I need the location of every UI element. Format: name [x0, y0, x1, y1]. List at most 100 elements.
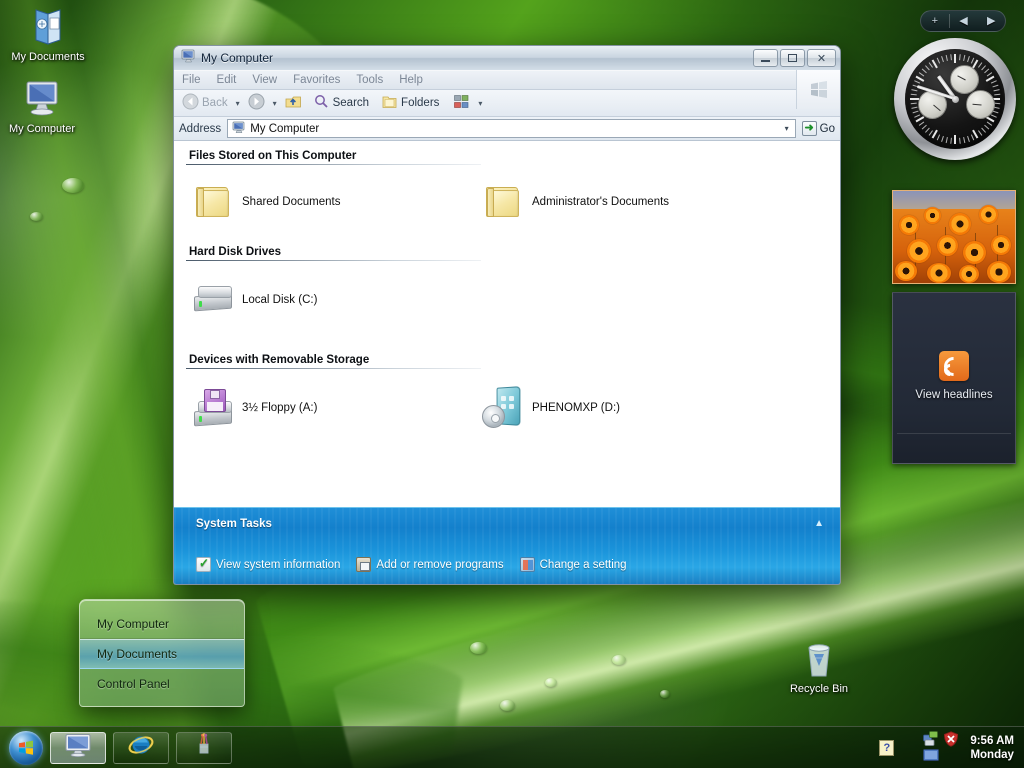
taskbar-paint[interactable] — [176, 731, 232, 764]
windows-logo-icon — [18, 740, 34, 755]
list-item[interactable]: PHENOMXP (D:) — [478, 385, 768, 431]
group-divider — [186, 368, 481, 369]
back-button[interactable]: Back — [179, 92, 231, 114]
desktop-icon-my-computer[interactable]: My Computer — [2, 78, 82, 136]
list-item[interactable]: 3½ Floppy (A:) — [188, 385, 478, 431]
go-arrow-icon: ➜ — [801, 121, 817, 136]
collapse-chevron-icon[interactable]: ▲ — [814, 518, 824, 529]
up-button[interactable] — [282, 92, 305, 114]
menu-item-edit[interactable]: Edit — [209, 71, 245, 89]
slideshow-gadget[interactable] — [892, 190, 1016, 284]
back-label: Back — [202, 97, 228, 109]
address-input[interactable]: My Computer ▾ — [227, 119, 796, 138]
network-icon[interactable] — [923, 730, 939, 747]
list-item-label: Administrator's Documents — [532, 196, 670, 208]
clock-tick — [977, 62, 982, 68]
window-titlebar[interactable]: My Computer ✕ — [174, 46, 840, 71]
address-dropdown-icon[interactable]: ▾ — [781, 124, 793, 133]
clock-tick — [962, 54, 965, 61]
clock-tray[interactable]: 9:56 AM Monday — [966, 734, 1014, 762]
navigation-toolbar[interactable]: Back ▾ ▾ Search Folders ▾ — [174, 90, 840, 117]
list-item-label: Shared Documents — [242, 196, 341, 208]
monitor-icon — [64, 733, 92, 762]
desktop-icon-label: Recycle Bin — [789, 683, 849, 695]
back-dropdown-icon[interactable]: ▾ — [231, 99, 245, 108]
start-button[interactable] — [9, 730, 43, 765]
clock-gadget[interactable] — [894, 38, 1016, 160]
start-menu-item-my-documents[interactable]: My Documents — [80, 639, 244, 669]
change-a-setting-link[interactable]: Change a setting — [519, 557, 627, 572]
windows-sidebar: + ◀ ▶ View headlines — [884, 0, 1024, 730]
clock-tick — [990, 114, 997, 118]
security-shield-icon[interactable] — [943, 730, 959, 747]
file-list-pane[interactable]: Files Stored on This Computer Shared Doc… — [174, 142, 840, 507]
my-computer-window[interactable]: My Computer ✕ File Edit View Favorites T… — [173, 45, 841, 585]
add-gadget-button[interactable]: + — [921, 11, 949, 31]
flower — [927, 263, 951, 283]
taskbar[interactable]: ? 9:56 AM Monday — [0, 726, 1024, 768]
add-or-remove-programs-link[interactable]: Add or remove programs — [356, 557, 504, 572]
my-computer-icon — [232, 121, 246, 137]
address-label: Address — [179, 122, 222, 135]
forward-arrow-icon — [248, 93, 265, 113]
group-items: Local Disk (C:) — [174, 261, 840, 329]
system-tasks-panel[interactable]: System Tasks ▲ View system information A… — [174, 507, 840, 584]
menu-item-file[interactable]: File — [174, 71, 209, 89]
menu-item-help[interactable]: Help — [391, 71, 431, 89]
clock-tick — [949, 137, 952, 144]
menu-bar[interactable]: File Edit View Favorites Tools Help — [174, 70, 840, 109]
hard-disk-icon — [188, 277, 242, 323]
feed-headlines-gadget[interactable]: View headlines — [892, 292, 1016, 464]
next-gadget-button[interactable]: ▶ — [977, 11, 1005, 31]
folders-button[interactable]: Folders — [379, 92, 442, 114]
help-icon[interactable]: ? — [879, 739, 895, 756]
folder-icon — [188, 179, 242, 225]
taskbar-my-computer[interactable] — [50, 731, 106, 764]
minimize-button[interactable] — [753, 49, 778, 67]
views-dropdown-icon[interactable]: ▾ — [473, 99, 487, 108]
clock-tick — [962, 137, 965, 144]
menu-item-view[interactable]: View — [244, 71, 285, 89]
desktop-icon-label: My Computer — [8, 123, 76, 135]
go-button[interactable]: ➜ Go — [801, 121, 835, 136]
desktop-icon-my-documents[interactable]: My Documents — [8, 6, 88, 64]
forward-button[interactable] — [245, 92, 268, 114]
window-controls[interactable]: ✕ — [753, 49, 836, 67]
system-tray[interactable]: ? 9:56 AM Monday — [879, 730, 1024, 765]
list-item[interactable]: Local Disk (C:) — [188, 277, 478, 323]
sidebar-gadget-controls[interactable]: + ◀ ▶ — [920, 10, 1006, 32]
group-title: Hard Disk Drives — [189, 246, 282, 258]
link-label: Add or remove programs — [376, 558, 504, 571]
maximize-button[interactable] — [780, 49, 805, 67]
system-tasks-title: System Tasks — [196, 518, 272, 530]
list-item[interactable]: Administrator's Documents — [478, 179, 768, 225]
menu-item-favorites[interactable]: Favorites — [285, 71, 348, 89]
address-bar[interactable]: Address My Computer ▾ ➜ Go — [174, 117, 840, 141]
views-button[interactable] — [451, 92, 473, 114]
add-remove-programs-icon — [356, 557, 372, 572]
rss-footer — [897, 433, 1011, 459]
folder-icon — [478, 179, 532, 225]
start-menu-item-control-panel[interactable]: Control Panel — [80, 669, 244, 699]
list-item[interactable]: Shared Documents — [188, 179, 478, 225]
clock-tick — [912, 110, 919, 114]
clock-tick — [991, 84, 998, 88]
view-headlines-label[interactable]: View headlines — [915, 389, 992, 401]
desktop-icon-recycle-bin[interactable]: Recycle Bin — [779, 638, 859, 696]
cd-drive-icon — [478, 385, 532, 431]
forward-dropdown-icon[interactable]: ▾ — [268, 99, 282, 108]
taskbar-internet-explorer[interactable] — [113, 731, 169, 764]
start-menu-popup[interactable]: My Computer My Documents Control Panel — [79, 599, 245, 707]
start-menu-item-my-computer[interactable]: My Computer — [80, 609, 244, 639]
search-label: Search — [332, 97, 370, 109]
previous-gadget-button[interactable]: ◀ — [950, 11, 978, 31]
clock-tick — [910, 102, 917, 105]
close-button[interactable]: ✕ — [807, 49, 836, 67]
clock-subdial-top — [950, 65, 979, 94]
clock-tick — [958, 137, 961, 144]
display-icon[interactable] — [923, 748, 940, 765]
view-system-information-link[interactable]: View system information — [196, 556, 340, 572]
menu-item-tools[interactable]: Tools — [348, 71, 391, 89]
clock-subdial-right — [966, 90, 995, 119]
search-button[interactable]: Search — [311, 92, 372, 114]
